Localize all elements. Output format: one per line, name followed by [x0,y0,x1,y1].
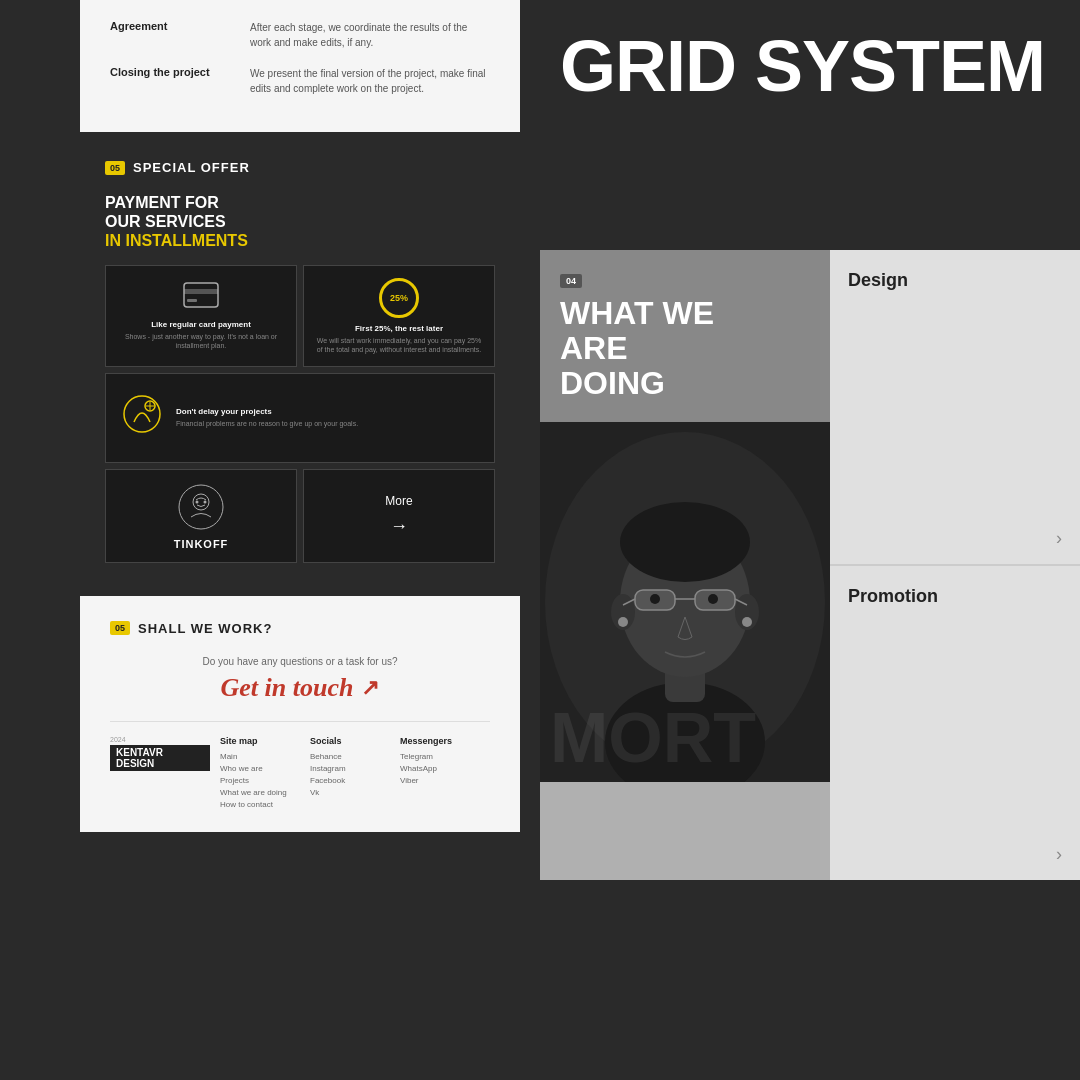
svg-point-16 [620,502,750,582]
photo-simulation: MORT [540,422,830,782]
percent-circle: 25% [379,278,419,318]
footer-link-telegram[interactable]: Telegram [400,752,480,761]
footer-sitemap: Site map Main Who we are Projects What w… [220,736,300,812]
contact-section-label: 05 SHALL WE WORK? [110,621,490,636]
special-offer-title: SPECIAL OFFER [133,160,250,175]
dont-delay-icon [122,394,162,441]
more-label: More [385,494,412,508]
first-25-title: First 25%, the rest later [355,324,443,333]
footer-messengers-title: Messengers [400,736,480,746]
agreement-row: Agreement After each stage, we coordinat… [110,20,490,50]
what-title-line1: WHAT WE [560,296,810,331]
footer-sitemap-title: Site map [220,736,300,746]
what-we-are-doing-section: 04 WHAT WE ARE DOING [540,250,1080,880]
installments-line1: PAYMENT FOR [105,193,495,212]
footer-link-main[interactable]: Main [220,752,300,761]
panel-special-offer: 05 SPECIAL OFFER PAYMENT FOR OUR SERVICE… [80,140,520,588]
footer-logo-name: KENTAVRDESIGN [110,745,210,771]
special-offer-header: 05 SPECIAL OFFER [105,160,495,175]
svg-point-24 [650,594,660,604]
installments-header: PAYMENT FOR OUR SERVICES IN INSTALLMENTS [105,193,495,251]
what-section-num: 04 [560,274,582,288]
regular-payment-title: Like regular card payment [151,320,251,329]
footer-link-contact[interactable]: How to contact [220,800,300,809]
card-tinkoff: TINKOFF [105,469,297,563]
svg-rect-1 [184,289,218,294]
service-design-label: Design [848,270,1062,291]
cards-top-row: Like regular card payment Shows - just a… [105,265,495,367]
footer-messengers: Messengers Telegram WhatsApp Viber [400,736,480,812]
contact-question: Do you have any questions or a task for … [110,656,490,667]
what-left-panel: 04 WHAT WE ARE DOING [540,250,830,880]
footer-link-viber[interactable]: Viber [400,776,480,785]
card-more[interactable]: More → [303,469,495,563]
service-design-arrow-icon: › [1056,528,1062,549]
footer-link-behance[interactable]: Behance [310,752,390,761]
footer-link-doing[interactable]: What we are doing [220,788,300,797]
what-title-line3: DOING [560,366,810,401]
card-payment-icon [183,282,219,314]
what-right-panel: Design › Promotion › [830,250,1080,880]
card-regular-payment: Like regular card payment Shows - just a… [105,265,297,367]
contact-cta-arrow-icon: ↗ [361,675,379,701]
agreement-text: After each stage, we coordinate the resu… [250,20,490,50]
footer-logo-year: 2024 [110,736,210,743]
footer-logo-area: 2024 KENTAVRDESIGN [110,736,210,812]
agreement-label: Agreement [110,20,230,32]
footer-grid: 2024 KENTAVRDESIGN Site map Main Who we … [110,736,490,812]
footer-link-facebook[interactable]: Facebook [310,776,390,785]
what-header: 04 WHAT WE ARE DOING [540,250,830,422]
panel-contact: 05 SHALL WE WORK? Do you have any questi… [80,596,520,832]
closing-row: Closing the project We present the final… [110,66,490,96]
dont-delay-desc: Financial problems are no reason to give… [176,419,358,428]
closing-text: We present the final version of the proj… [250,66,490,96]
left-column: Agreement After each stage, we coordinat… [80,0,520,880]
cards-bottom-row: TINKOFF More → [105,469,495,563]
footer-link-projects[interactable]: Projects [220,776,300,785]
svg-rect-2 [187,299,197,302]
installments-line2: OUR SERVICES [105,212,495,231]
svg-point-25 [708,594,718,604]
contact-divider [110,721,490,722]
contact-cta-text: Get in touch [221,673,354,703]
svg-point-8 [193,494,209,510]
bottom-area [0,880,1080,1080]
service-card-promotion[interactable]: Promotion › [830,565,1080,880]
service-promotion-label: Promotion [848,586,1062,607]
dont-delay-title: Don't delay your projects [176,407,358,416]
contact-section-title: SHALL WE WORK? [138,621,272,636]
footer-link-whatsapp[interactable]: WhatsApp [400,764,480,773]
special-offer-num: 05 [105,161,125,175]
what-title-line2: ARE [560,331,810,366]
first-25-desc: We will start work immediately, and you … [316,336,482,354]
right-section: GRID SYSTEM 04 WHAT WE ARE DOING [540,0,1080,880]
what-photo: MORT [540,422,830,782]
service-promotion-arrow-icon: › [1056,844,1062,865]
footer-link-instagram[interactable]: Instagram [310,764,390,773]
svg-point-3 [124,396,160,432]
footer-link-who[interactable]: Who we are [220,764,300,773]
svg-rect-0 [184,283,218,307]
grid-system-title: GRID SYSTEM [560,30,1045,102]
svg-point-9 [196,500,199,503]
footer-link-vk[interactable]: Vk [310,788,390,797]
card-first-25: 25% First 25%, the rest later We will st… [303,265,495,367]
closing-label: Closing the project [110,66,230,78]
service-card-design[interactable]: Design › [830,250,1080,565]
contact-section-num: 05 [110,621,130,635]
footer-socials-title: Socials [310,736,390,746]
contact-cta[interactable]: Get in touch ↗ [110,673,490,703]
svg-text:MORT: MORT [550,699,756,777]
installments-line3: IN INSTALLMENTS [105,231,495,250]
panel-agreement: Agreement After each stage, we coordinat… [80,0,520,132]
footer-socials: Socials Behance Instagram Facebook Vk [310,736,390,812]
tinkoff-logo: TINKOFF [174,538,229,550]
regular-payment-desc: Shows - just another way to pay. It's no… [118,332,284,350]
svg-point-26 [742,617,752,627]
more-arrow-icon: → [390,516,408,537]
dont-delay-text: Don't delay your projects Financial prob… [176,407,358,428]
svg-point-27 [618,617,628,627]
card-dont-delay: Don't delay your projects Financial prob… [105,373,495,463]
svg-point-10 [204,500,207,503]
